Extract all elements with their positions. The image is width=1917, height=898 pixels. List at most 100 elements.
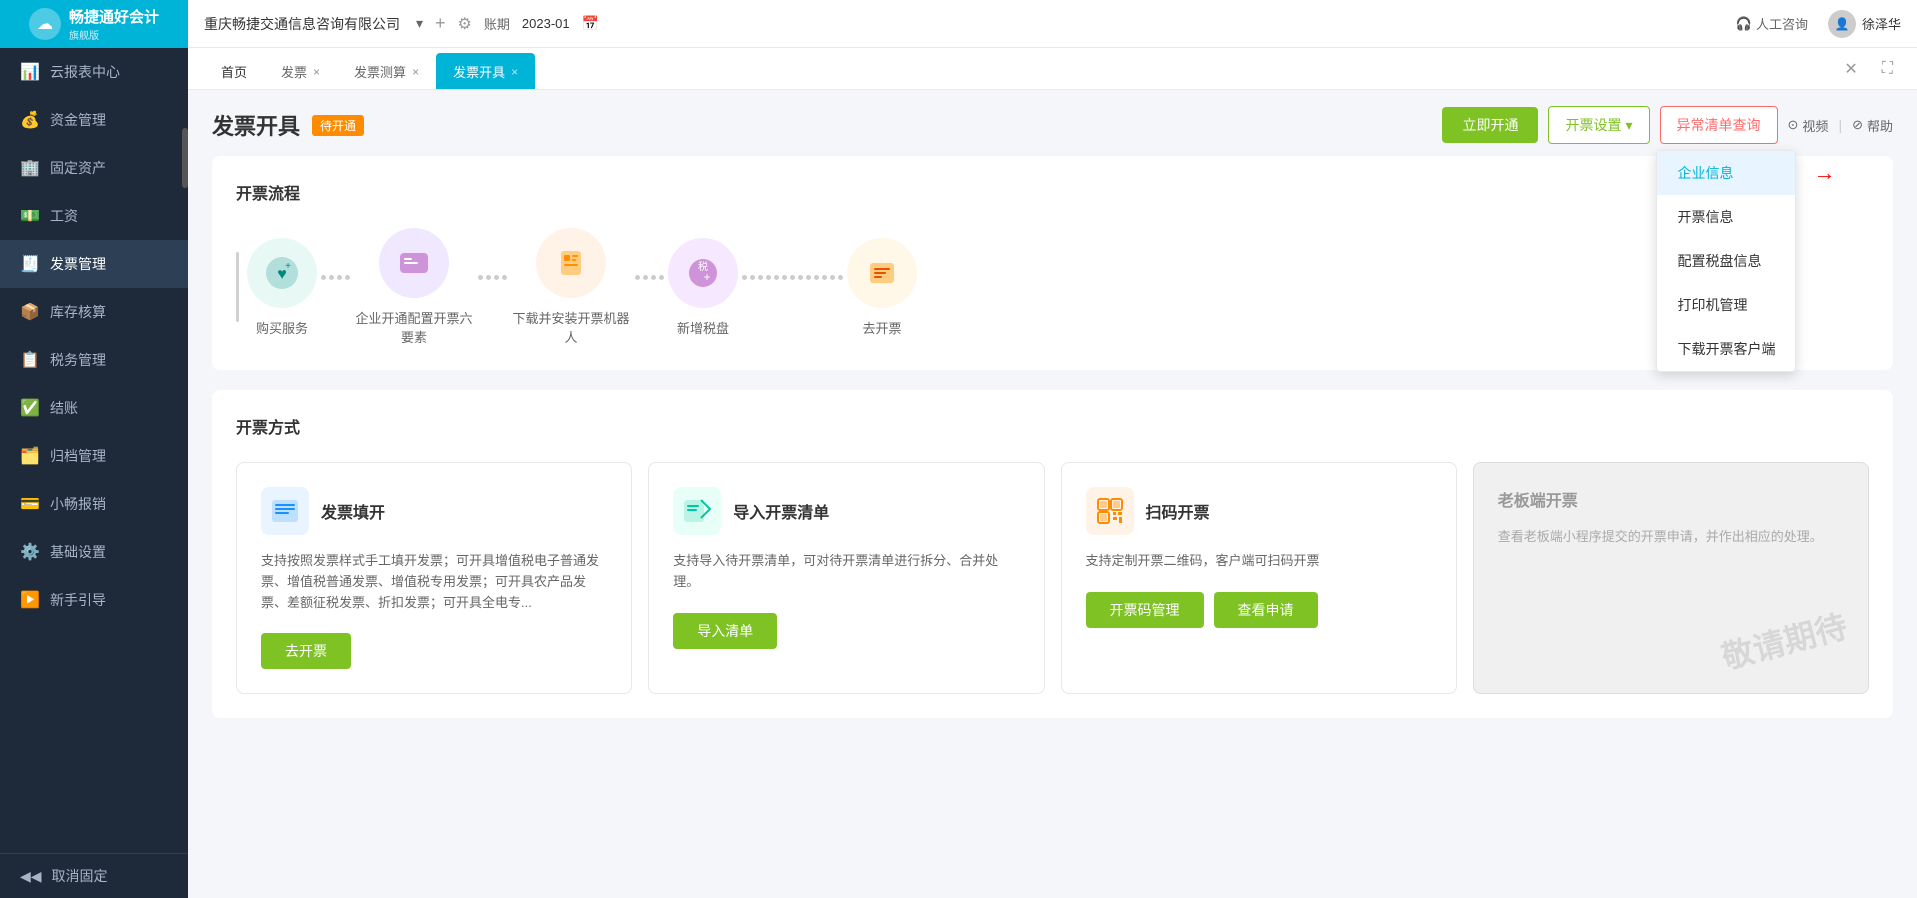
red-arrow-icon: → — [1813, 160, 1835, 186]
sidebar-item-yunbaobiao[interactable]: 📊 云报表中心 — [0, 48, 188, 96]
method-card-tiankai: 发票填开 支持按照发票样式手工填开发票；可开具增值税电子普通发票、增值税普通发票… — [236, 462, 632, 694]
tab-fapiao[interactable]: 发票 × — [264, 53, 337, 89]
card3-button1[interactable]: 开票码管理 — [1086, 592, 1204, 628]
app-subtitle: 旗舰版 — [69, 27, 159, 42]
method-card-daoru: 导入开票清单 支持导入待开票清单，可对待开票清单进行拆分、合并处理。 导入清单 — [648, 462, 1044, 694]
step5-label: 去开票 — [862, 318, 901, 337]
add-company-icon[interactable]: + — [435, 13, 446, 34]
dropdown-item-xiazai[interactable]: 下载开票客户端 — [1657, 327, 1795, 371]
step3-icon — [536, 228, 606, 298]
dropdown-item-qiyexinxi[interactable]: 企业信息 → — [1657, 151, 1795, 195]
dot — [742, 275, 747, 280]
sidebar-item-fapiao[interactable]: 🧾 发票管理 — [0, 240, 188, 288]
fapiao-tab-close[interactable]: × — [313, 65, 320, 79]
sidebar-item-jiezhang[interactable]: ✅ 结账 — [0, 384, 188, 432]
close-window-button[interactable]: ✕ — [1836, 55, 1865, 83]
dropdown-item-dayin[interactable]: 打印机管理 — [1657, 283, 1795, 327]
logo-text: 畅捷通好会计 旗舰版 — [69, 6, 159, 42]
step1-icon: ♥+ — [247, 238, 317, 308]
settings-button[interactable]: 开票设置 ▾ — [1548, 106, 1649, 144]
expense-icon: 💳 — [20, 494, 40, 514]
card2-title: 导入开票清单 — [733, 499, 829, 523]
dots-1 — [321, 275, 350, 280]
main-layout: 📊 云报表中心 💰 资金管理 🏢 固定资产 💵 工资 🧾 发票管理 📦 库存核算… — [0, 48, 1917, 898]
methods-grid: 发票填开 支持按照发票样式手工填开发票；可开具增值税电子普通发票、增值税普通发票… — [236, 462, 1869, 694]
dot — [486, 275, 491, 280]
connector-1 — [321, 275, 350, 300]
cesuan-tab-close[interactable]: × — [412, 65, 419, 79]
svg-text:+: + — [703, 270, 710, 284]
dropdown-item-peizhi[interactable]: 配置税盘信息 — [1657, 239, 1795, 283]
dot — [806, 275, 811, 280]
avatar: 👤 — [1828, 10, 1856, 38]
sidebar-item-guidang[interactable]: 🗂️ 归档管理 — [0, 432, 188, 480]
connector-3 — [635, 275, 664, 300]
company-name: 重庆畅捷交通信息咨询有限公司 — [204, 14, 400, 34]
sidebar-item-gudingzichan[interactable]: 🏢 固定资产 — [0, 144, 188, 192]
dot — [838, 275, 843, 280]
card2-button[interactable]: 导入清单 — [673, 613, 777, 649]
svg-text:+: + — [285, 261, 291, 272]
card2-icon — [673, 487, 721, 535]
user-name: 徐泽华 — [1862, 14, 1901, 33]
sidebar-label-guidang: 归档管理 — [50, 446, 106, 466]
settings-icon[interactable]: ⚙ — [458, 14, 472, 34]
dot — [502, 275, 507, 280]
dot — [758, 275, 763, 280]
sidebar-item-baoxiao[interactable]: 💳 小畅报销 — [0, 480, 188, 528]
tab-fapiaocesuan[interactable]: 发票测算 × — [337, 53, 436, 89]
cancel-fixed-button[interactable]: ◀◀ 取消固定 — [0, 854, 188, 898]
dot — [822, 275, 827, 280]
video-button[interactable]: ⊙ 视频 — [1788, 116, 1829, 135]
fapiao-tab-label: 发票 — [281, 62, 307, 81]
connector-4 — [742, 275, 843, 300]
settings-dropdown-container: 开票设置 ▾ 企业信息 → 开票信息 — [1548, 106, 1649, 144]
sidebar-item-zijin[interactable]: 💰 资金管理 — [0, 96, 188, 144]
dot — [321, 275, 326, 280]
dropdown-item-kaipiaoxinxi[interactable]: 开票信息 — [1657, 195, 1795, 239]
card1-desc: 支持按照发票样式手工填开发票；可开具增值税电子普通发票、增值税普通发票、增值税专… — [261, 551, 607, 613]
flow-step-4: 税+ 新增税盘 — [668, 238, 738, 337]
flow-step-divider-area — [236, 252, 239, 322]
sidebar-item-jichushezhi[interactable]: ⚙️ 基础设置 — [0, 528, 188, 576]
overlay-text: 敬请期待 — [1716, 602, 1852, 680]
service-button[interactable]: 🎧 人工咨询 — [1736, 14, 1808, 33]
sidebar-label-jichushezhi: 基础设置 — [50, 542, 106, 562]
play-circle-icon: ⊙ — [1788, 117, 1799, 133]
sidebar-item-xinshouyindao[interactable]: ▶️ 新手引导 — [0, 576, 188, 624]
card1-icon — [261, 487, 309, 535]
tab-fapiaokuju[interactable]: 发票开具 × — [436, 53, 535, 89]
sidebar-item-shuiwu[interactable]: 📋 税务管理 — [0, 336, 188, 384]
dot — [643, 275, 648, 280]
step4-icon: 税+ — [668, 238, 738, 308]
dot — [345, 275, 350, 280]
sidebar-item-kucun[interactable]: 📦 库存核算 — [0, 288, 188, 336]
sidebar-label-xinshouyindao: 新手引导 — [50, 590, 106, 610]
card1-button[interactable]: 去开票 — [261, 633, 351, 669]
check-icon: ✅ — [20, 398, 40, 418]
activate-button[interactable]: 立即开通 — [1442, 107, 1538, 143]
abnormal-button[interactable]: 异常清单查询 — [1660, 106, 1778, 144]
dot — [494, 275, 499, 280]
flow-step-2: 企业开通配置开票六要素 — [354, 228, 474, 346]
logo-icon: ☁ — [29, 8, 61, 40]
sidebar-item-gongzi[interactable]: 💵 工资 — [0, 192, 188, 240]
page-header: 发票开具 待开通 立即开通 开票设置 ▾ 企业信息 — [188, 90, 1917, 156]
status-badge: 待开通 — [312, 115, 364, 136]
dot — [798, 275, 803, 280]
settings-label: 开票设置 — [1565, 115, 1621, 135]
building-icon: 🏢 — [20, 158, 40, 178]
kuju-tab-close[interactable]: × — [511, 65, 518, 79]
card3-button2[interactable]: 查看申请 — [1214, 592, 1318, 628]
calendar-icon[interactable]: 📅 — [582, 15, 599, 32]
app-header: ☁ 畅捷通好会计 旗舰版 重庆畅捷交通信息咨询有限公司 ▾ + ⚙ 账期 202… — [0, 0, 1917, 48]
tab-home[interactable]: 首页 — [204, 53, 264, 89]
connector-2 — [478, 275, 507, 300]
user-info[interactable]: 👤 徐泽华 — [1828, 10, 1901, 38]
dot — [635, 275, 640, 280]
company-dropdown-icon[interactable]: ▾ — [416, 15, 423, 32]
sidebar: 📊 云报表中心 💰 资金管理 🏢 固定资产 💵 工资 🧾 发票管理 📦 库存核算… — [0, 48, 188, 898]
help-button[interactable]: ⊘ 帮助 — [1852, 116, 1893, 135]
inventory-icon: 📦 — [20, 302, 40, 322]
maximize-window-button[interactable]: ⛶ — [1874, 56, 1901, 82]
